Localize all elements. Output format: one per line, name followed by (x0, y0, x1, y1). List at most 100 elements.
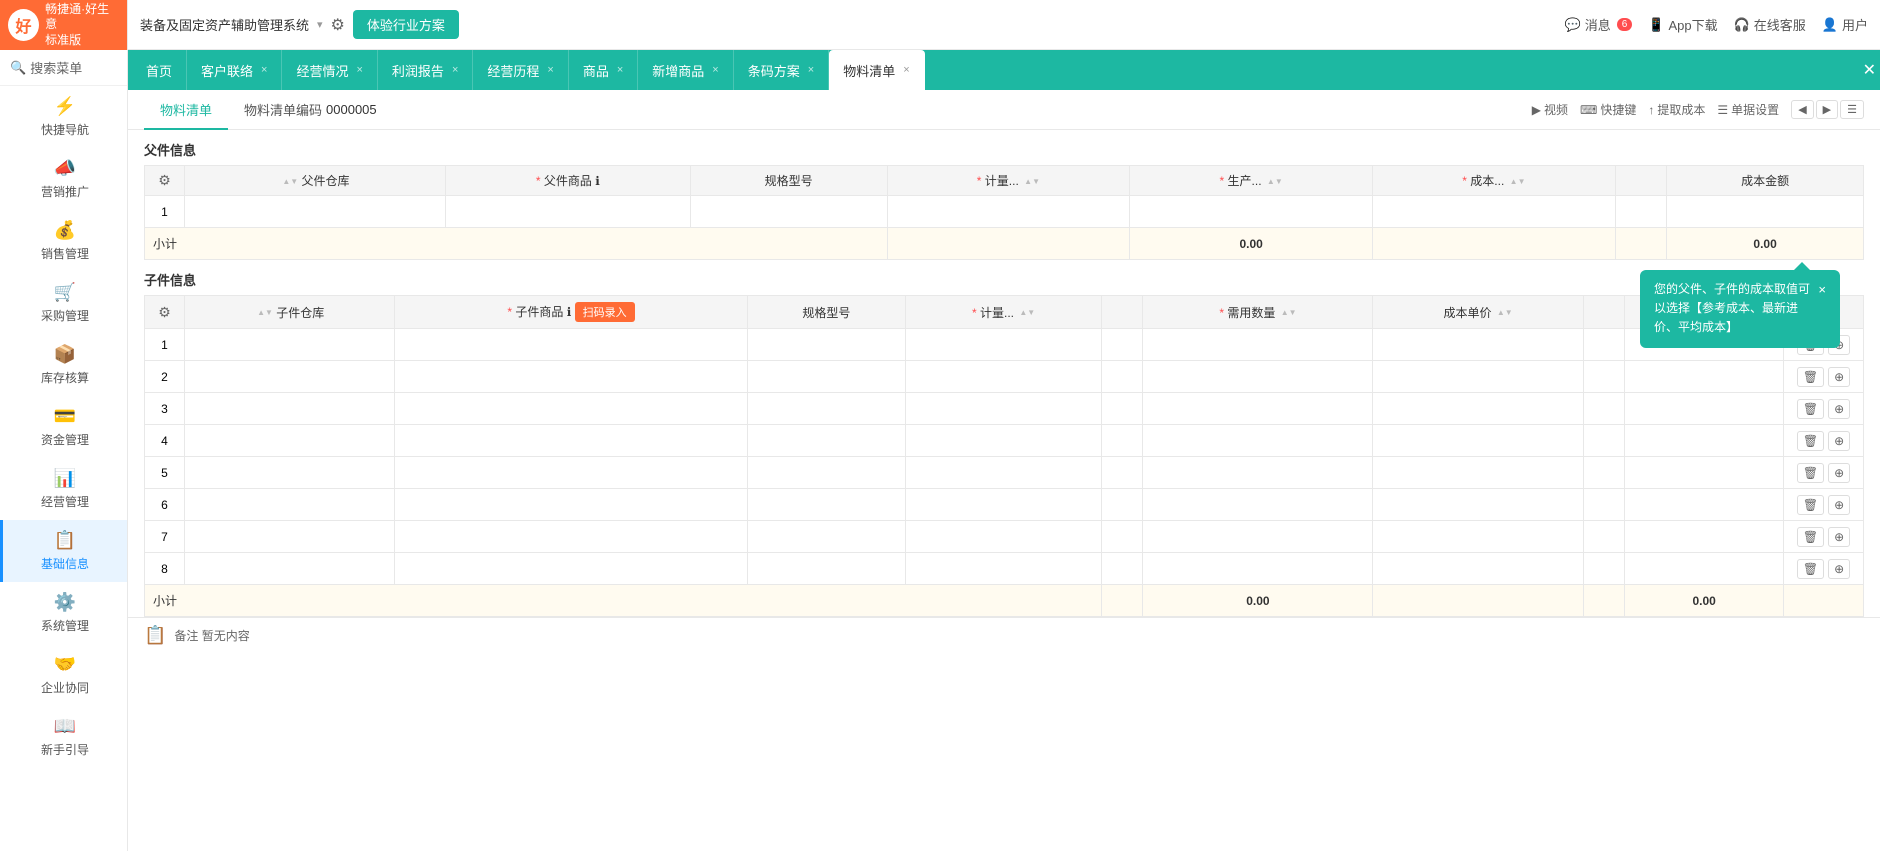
online-service-action[interactable]: 🎧 在线客服 (1734, 15, 1806, 34)
child-cell-amount-4[interactable] (1625, 425, 1784, 457)
sidebar-item-sales[interactable]: 💰 销售管理 (0, 210, 127, 272)
child-cell-goods-1[interactable] (395, 329, 747, 361)
parent-cell-unit[interactable] (887, 196, 1130, 228)
child-cell-unit-cost-1[interactable] (1373, 329, 1583, 361)
child-cell-unit-cost-3[interactable] (1373, 393, 1583, 425)
scan-button[interactable]: 扫码录入 (575, 302, 635, 322)
child-cell-qty-1[interactable] (1143, 329, 1373, 361)
child-cell-amount-6[interactable] (1625, 489, 1784, 521)
sidebar-item-inventory[interactable]: 📦 库存核算 (0, 334, 127, 396)
child-cell-qty-3[interactable] (1143, 393, 1373, 425)
child-cell-goods-4[interactable] (395, 425, 747, 457)
tab-new-goods-close[interactable]: × (712, 64, 718, 76)
copy-btn-2[interactable]: ⊕ (1828, 367, 1850, 387)
child-cell-spec-3[interactable] (747, 393, 906, 425)
child-cell-qty-7[interactable] (1143, 521, 1373, 553)
sidebar-item-marketing[interactable]: 📣 营销推广 (0, 148, 127, 210)
video-action[interactable]: ▶ 视频 (1532, 101, 1568, 118)
app-download-action[interactable]: 📱 App下载 (1648, 15, 1717, 34)
sidebar-item-enterprise[interactable]: 🤝 企业协同 (0, 644, 127, 706)
parent-cell-goods[interactable] (445, 196, 690, 228)
child-cell-spec-2[interactable] (747, 361, 906, 393)
child-cell-goods-7[interactable] (395, 521, 747, 553)
child-cell-amount-2[interactable] (1625, 361, 1784, 393)
child-cell-warehouse-1[interactable] (185, 329, 395, 361)
sidebar-item-finance[interactable]: 💳 资金管理 (0, 396, 127, 458)
sidebar-item-quick-nav[interactable]: ⚡ 快捷导航 (0, 86, 127, 148)
child-cell-unit-5[interactable] (906, 457, 1102, 489)
close-all-tabs-icon[interactable]: ✕ (1863, 60, 1876, 80)
tab-profit-close[interactable]: × (452, 64, 458, 76)
tab-operations-close[interactable]: × (356, 64, 362, 76)
copy-btn-5[interactable]: ⊕ (1828, 463, 1850, 483)
child-cell-unit-cost-2[interactable] (1373, 361, 1583, 393)
delete-btn-7[interactable]: 🗑 (1797, 527, 1824, 547)
child-cell-unit-1[interactable] (906, 329, 1102, 361)
child-cell-unit-cost-4[interactable] (1373, 425, 1583, 457)
child-cell-unit-6[interactable] (906, 489, 1102, 521)
list-view-icon[interactable]: ☰ (1840, 100, 1864, 119)
child-cell-unit-cost-8[interactable] (1373, 553, 1583, 585)
child-cell-unit-3[interactable] (906, 393, 1102, 425)
parent-cell-production[interactable] (1130, 196, 1373, 228)
tooltip-close-btn[interactable]: × (1818, 280, 1826, 301)
child-cell-amount-5[interactable] (1625, 457, 1784, 489)
child-cell-unit-cost-5[interactable] (1373, 457, 1583, 489)
tab-history-close[interactable]: × (547, 64, 553, 76)
copy-btn-3[interactable]: ⊕ (1828, 399, 1850, 419)
child-cell-spec-7[interactable] (747, 521, 906, 553)
tab-bom-close[interactable]: × (903, 64, 909, 76)
child-cell-qty-5[interactable] (1143, 457, 1373, 489)
tab-home[interactable]: 首页 (132, 50, 187, 90)
child-cell-warehouse-8[interactable] (185, 553, 395, 585)
next-arrow[interactable]: ▶ (1816, 100, 1838, 119)
child-cell-unit-7[interactable] (906, 521, 1102, 553)
trial-button[interactable]: 体验行业方案 (353, 10, 459, 39)
parent-gear-icon[interactable]: ⚙ (158, 172, 171, 188)
child-cell-amount-8[interactable] (1625, 553, 1784, 585)
copy-btn-8[interactable]: ⊕ (1828, 559, 1850, 579)
child-cell-unit-cost-7[interactable] (1373, 521, 1583, 553)
parent-cell-amount[interactable] (1667, 196, 1864, 228)
child-cell-qty-2[interactable] (1143, 361, 1373, 393)
sidebar-item-guide[interactable]: 📖 新手引导 (0, 706, 127, 768)
copy-btn-6[interactable]: ⊕ (1828, 495, 1850, 515)
delete-btn-2[interactable]: 🗑 (1797, 367, 1824, 387)
child-cell-qty-8[interactable] (1143, 553, 1373, 585)
child-cell-spec-6[interactable] (747, 489, 906, 521)
parent-cell-warehouse[interactable] (185, 196, 446, 228)
tab-barcode-close[interactable]: × (808, 64, 814, 76)
child-cell-goods-8[interactable] (395, 553, 747, 585)
message-action[interactable]: 💬 消息 6 (1565, 15, 1633, 34)
user-action[interactable]: 👤 用户 (1822, 15, 1868, 34)
tab-new-goods[interactable]: 新增商品 × (638, 50, 733, 90)
extract-cost-action[interactable]: ↑ 提取成本 (1648, 101, 1705, 118)
single-settings-action[interactable]: ☰ 单据设置 (1717, 101, 1779, 118)
child-cell-warehouse-6[interactable] (185, 489, 395, 521)
tab-customer[interactable]: 客户联络 × (187, 50, 282, 90)
tab-history[interactable]: 经营历程 × (473, 50, 568, 90)
parent-cell-spec[interactable] (690, 196, 887, 228)
sub-tab-bom-code[interactable]: 物料清单编码 0000005 (228, 90, 393, 130)
delete-btn-8[interactable]: 🗑 (1797, 559, 1824, 579)
prev-arrow[interactable]: ◀ (1791, 100, 1813, 119)
search-menu-item[interactable]: 🔍 搜索菜单 (0, 50, 127, 86)
child-cell-warehouse-2[interactable] (185, 361, 395, 393)
copy-btn-4[interactable]: ⊕ (1828, 431, 1850, 451)
child-cell-warehouse-4[interactable] (185, 425, 395, 457)
child-cell-warehouse-3[interactable] (185, 393, 395, 425)
child-cell-goods-2[interactable] (395, 361, 747, 393)
tab-goods[interactable]: 商品 × (569, 50, 638, 90)
child-cell-goods-6[interactable] (395, 489, 747, 521)
tab-bom[interactable]: 物料清单 × (829, 50, 924, 90)
settings-icon[interactable]: ⚙ (331, 15, 345, 35)
child-cell-goods-3[interactable] (395, 393, 747, 425)
child-cell-amount-7[interactable] (1625, 521, 1784, 553)
dropdown-arrow-icon[interactable]: ▾ (317, 18, 323, 31)
child-cell-unit-4[interactable] (906, 425, 1102, 457)
child-gear-icon[interactable]: ⚙ (158, 304, 171, 320)
delete-btn-4[interactable]: 🗑 (1797, 431, 1824, 451)
child-cell-goods-5[interactable] (395, 457, 747, 489)
child-cell-warehouse-7[interactable] (185, 521, 395, 553)
child-cell-spec-5[interactable] (747, 457, 906, 489)
